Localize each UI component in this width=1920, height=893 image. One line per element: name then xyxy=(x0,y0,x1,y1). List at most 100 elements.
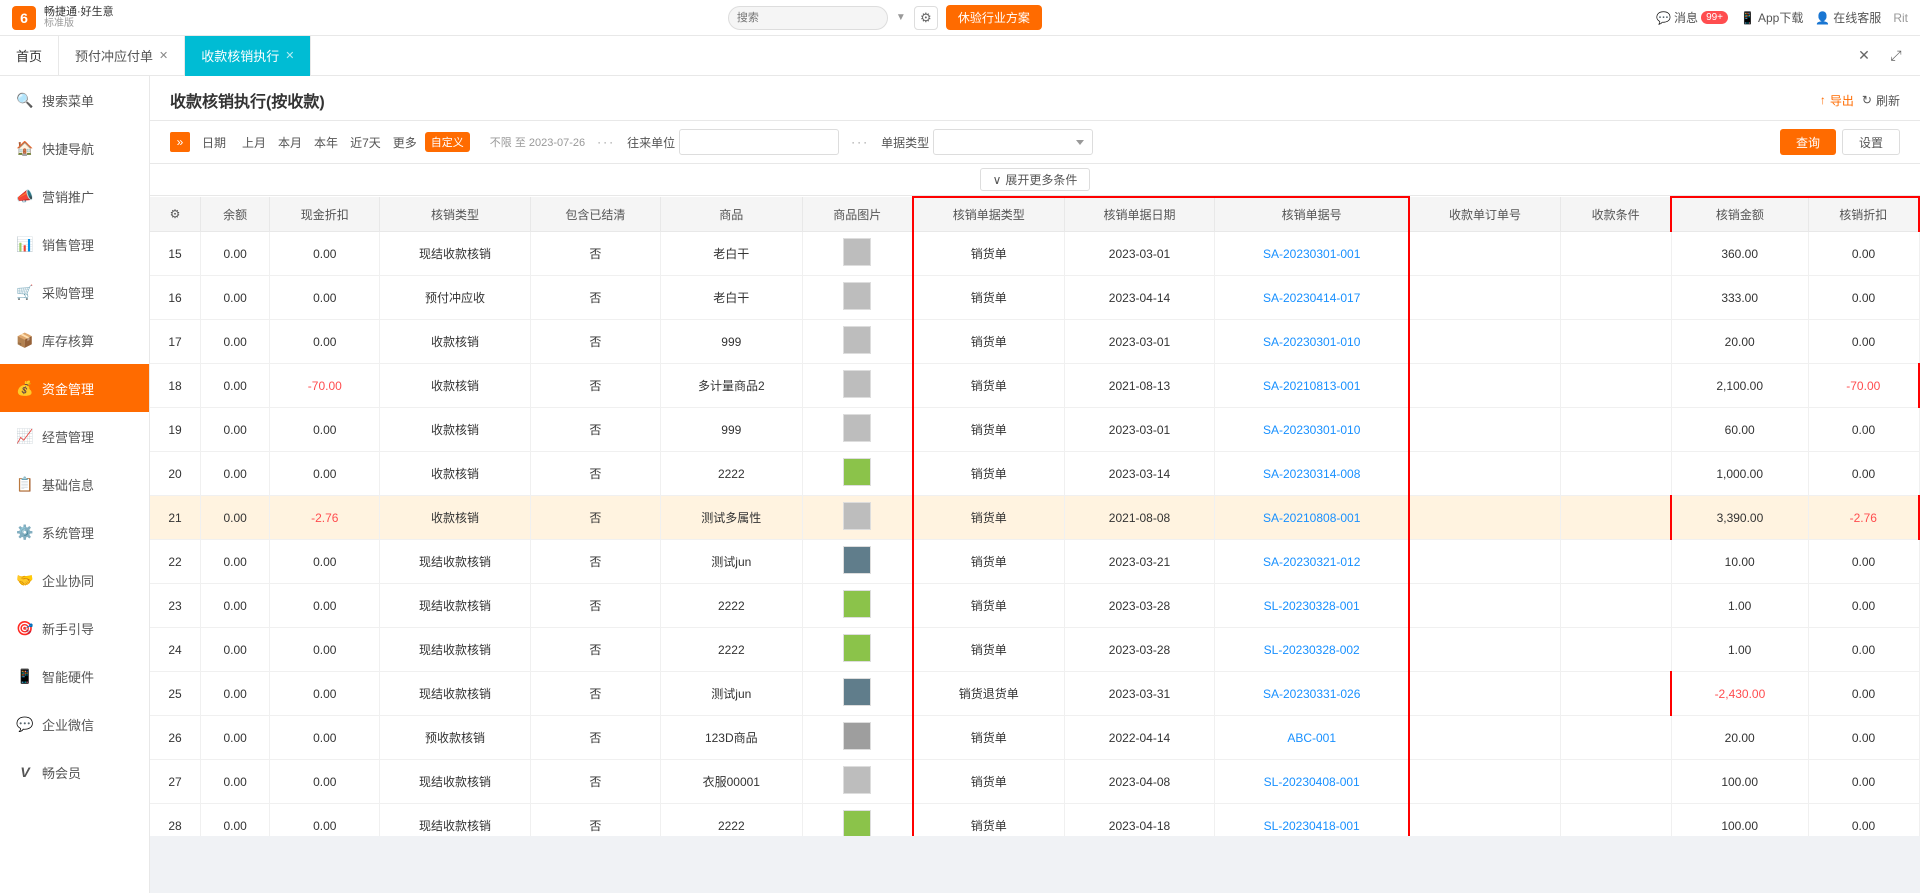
row-cash-discount: 0.00 xyxy=(270,452,380,496)
date-opt-this-year[interactable]: 本年 xyxy=(310,132,342,153)
sidebar-item-marketing[interactable]: 📣 营销推广 xyxy=(0,172,149,220)
sidebar-item-member[interactable]: V 畅会员 xyxy=(0,748,149,796)
row-bill-type: 销货单 xyxy=(913,716,1064,760)
tab-verify[interactable]: 收款核销执行 ✕ xyxy=(185,36,311,76)
sidebar-item-operations[interactable]: 📈 经营管理 xyxy=(0,412,149,460)
row-bill-no[interactable]: ABC-001 xyxy=(1215,716,1409,760)
sidebar-item-search[interactable]: 🔍 搜索菜单 xyxy=(0,76,149,124)
row-verify-type: 收款核销 xyxy=(380,452,531,496)
message-icon: 💬 xyxy=(1656,11,1671,25)
row-bill-no[interactable]: SA-20230301-010 xyxy=(1215,408,1409,452)
tab-verify-close[interactable]: ✕ xyxy=(285,49,294,62)
page-area: 收款核销执行(按收款) ↑ 导出 ↻ 刷新 » 日期 上月 本月 xyxy=(150,76,1920,893)
row-bill-no[interactable]: SA-20230314-008 xyxy=(1215,452,1409,496)
row-included: 否 xyxy=(530,452,660,496)
date-opt-custom[interactable]: 自定义 xyxy=(425,132,470,152)
row-bill-no[interactable]: SA-20230331-026 xyxy=(1215,672,1409,716)
row-bill-no[interactable]: SA-20230301-010 xyxy=(1215,320,1409,364)
settings-icon-btn[interactable]: ⚙ xyxy=(914,6,938,30)
row-goods: 2222 xyxy=(661,452,803,496)
row-amount: 20.00 xyxy=(1671,716,1808,760)
refresh-btn[interactable]: ↻ 刷新 xyxy=(1862,92,1900,109)
col-settings[interactable]: ⚙ xyxy=(150,197,200,232)
sidebar-item-nav[interactable]: 🏠 快捷导航 xyxy=(0,124,149,172)
row-cash-discount: 0.00 xyxy=(270,408,380,452)
row-bill-no[interactable]: SA-20230321-012 xyxy=(1215,540,1409,584)
row-order-no xyxy=(1409,804,1560,837)
counterpart-input[interactable] xyxy=(679,129,839,155)
row-goods: 2222 xyxy=(661,584,803,628)
app-download-btn[interactable]: 📱 App下载 xyxy=(1740,9,1803,26)
col-order-no: 收款单订单号 xyxy=(1409,197,1560,232)
table-container: ⚙ 余额 现金折扣 核销类型 包含已结清 商品 商品图片 核销单据类型 核销单据… xyxy=(150,196,1920,836)
online-service-btn[interactable]: 👤 在线客服 xyxy=(1815,9,1881,26)
row-included: 否 xyxy=(530,584,660,628)
date-opt-last-month[interactable]: 上月 xyxy=(238,132,270,153)
sidebar-item-finance[interactable]: 💰 资金管理 xyxy=(0,364,149,412)
brand-sub: 标准版 xyxy=(44,18,114,29)
sidebar-label-inventory: 库存核算 xyxy=(42,331,94,350)
row-goods: 测试jun xyxy=(661,540,803,584)
sidebar-item-basic[interactable]: 📋 基础信息 xyxy=(0,460,149,508)
row-bill-no[interactable]: SL-20230408-001 xyxy=(1215,760,1409,804)
sidebar-label-collab: 企业协同 xyxy=(42,571,94,590)
export-btn[interactable]: ↑ 导出 xyxy=(1820,92,1854,109)
dropdown-arrow-icon[interactable]: ▼ xyxy=(896,12,906,23)
service-label: 在线客服 xyxy=(1833,9,1881,26)
sidebar-item-hardware[interactable]: 📱 智能硬件 xyxy=(0,652,149,700)
sidebar-label-basic: 基础信息 xyxy=(42,475,94,494)
row-bill-no[interactable]: SA-20230301-001 xyxy=(1215,232,1409,276)
query-btn[interactable]: 查询 xyxy=(1780,129,1836,155)
filter-row: » 日期 上月 本月 本年 近7天 更多 自定义 不限 至 2023-07-26… xyxy=(170,129,1900,155)
row-cash-discount: 0.00 xyxy=(270,320,380,364)
table-settings-btn[interactable]: 设置 xyxy=(1842,129,1900,155)
row-bill-no[interactable]: SA-20230414-017 xyxy=(1215,276,1409,320)
brand-name: 畅捷通·好生意 xyxy=(44,6,114,18)
sidebar-label-sales: 销售管理 xyxy=(42,235,94,254)
filter-dots: ··· xyxy=(597,135,615,149)
sidebar-item-collab[interactable]: 🤝 企业协同 xyxy=(0,556,149,604)
table-row: 22 0.00 0.00 现结收款核销 否 测试jun 销货单 2023-03-… xyxy=(150,540,1919,584)
row-bill-no[interactable]: SA-20210808-001 xyxy=(1215,496,1409,540)
tab-close-btn[interactable]: ✕ xyxy=(1852,44,1876,68)
message-btn[interactable]: 💬 消息 99+ xyxy=(1656,9,1728,26)
row-bill-date: 2022-04-14 xyxy=(1064,716,1215,760)
row-goods-img xyxy=(802,540,913,584)
sidebar-item-guide[interactable]: 🎯 新手引导 xyxy=(0,604,149,652)
row-goods: 999 xyxy=(661,408,803,452)
sidebar-item-system[interactable]: ⚙️ 系统管理 xyxy=(0,508,149,556)
row-bill-no[interactable]: SL-20230328-002 xyxy=(1215,628,1409,672)
sidebar-item-wechat[interactable]: 💬 企业微信 xyxy=(0,700,149,748)
row-goods-img xyxy=(802,672,913,716)
date-opt-this-month[interactable]: 本月 xyxy=(274,132,306,153)
tab-expand-btn[interactable]: ⤢ xyxy=(1884,44,1908,68)
filter-expand-btn[interactable]: » xyxy=(170,132,190,152)
industry-btn[interactable]: 休验行业方案 xyxy=(946,5,1042,30)
sidebar-item-sales[interactable]: 📊 销售管理 xyxy=(0,220,149,268)
row-discount: 0.00 xyxy=(1808,628,1919,672)
table-header-row: ⚙ 余额 现金折扣 核销类型 包含已结清 商品 商品图片 核销单据类型 核销单据… xyxy=(150,197,1919,232)
row-condition xyxy=(1560,716,1671,760)
date-opt-more[interactable]: 更多 xyxy=(389,132,421,153)
row-included: 否 xyxy=(530,628,660,672)
row-amount: 1.00 xyxy=(1671,628,1808,672)
row-included: 否 xyxy=(530,804,660,837)
date-opt-7days[interactable]: 近7天 xyxy=(346,132,385,153)
tab-prepay-close[interactable]: ✕ xyxy=(159,49,168,62)
row-cash-discount: 0.00 xyxy=(270,232,380,276)
row-condition xyxy=(1560,364,1671,408)
row-bill-no[interactable]: SL-20230418-001 xyxy=(1215,804,1409,837)
sidebar-item-inventory[interactable]: 📦 库存核算 xyxy=(0,316,149,364)
row-bill-no[interactable]: SA-20210813-001 xyxy=(1215,364,1409,408)
tab-home[interactable]: 首页 xyxy=(0,36,59,76)
table-row: 16 0.00 0.00 预付冲应收 否 老白干 销货单 2023-04-14 … xyxy=(150,276,1919,320)
expand-more-btn[interactable]: ∨ 展开更多条件 xyxy=(980,168,1091,191)
bill-type-select[interactable] xyxy=(933,129,1093,155)
tab-prepay[interactable]: 预付冲应付单 ✕ xyxy=(59,36,185,76)
row-bill-no[interactable]: SL-20230328-001 xyxy=(1215,584,1409,628)
row-goods: 测试jun xyxy=(661,672,803,716)
sidebar-label-system: 系统管理 xyxy=(42,523,94,542)
search-input[interactable] xyxy=(728,6,888,30)
sidebar-item-purchase[interactable]: 🛒 采购管理 xyxy=(0,268,149,316)
row-goods: 老白干 xyxy=(661,232,803,276)
